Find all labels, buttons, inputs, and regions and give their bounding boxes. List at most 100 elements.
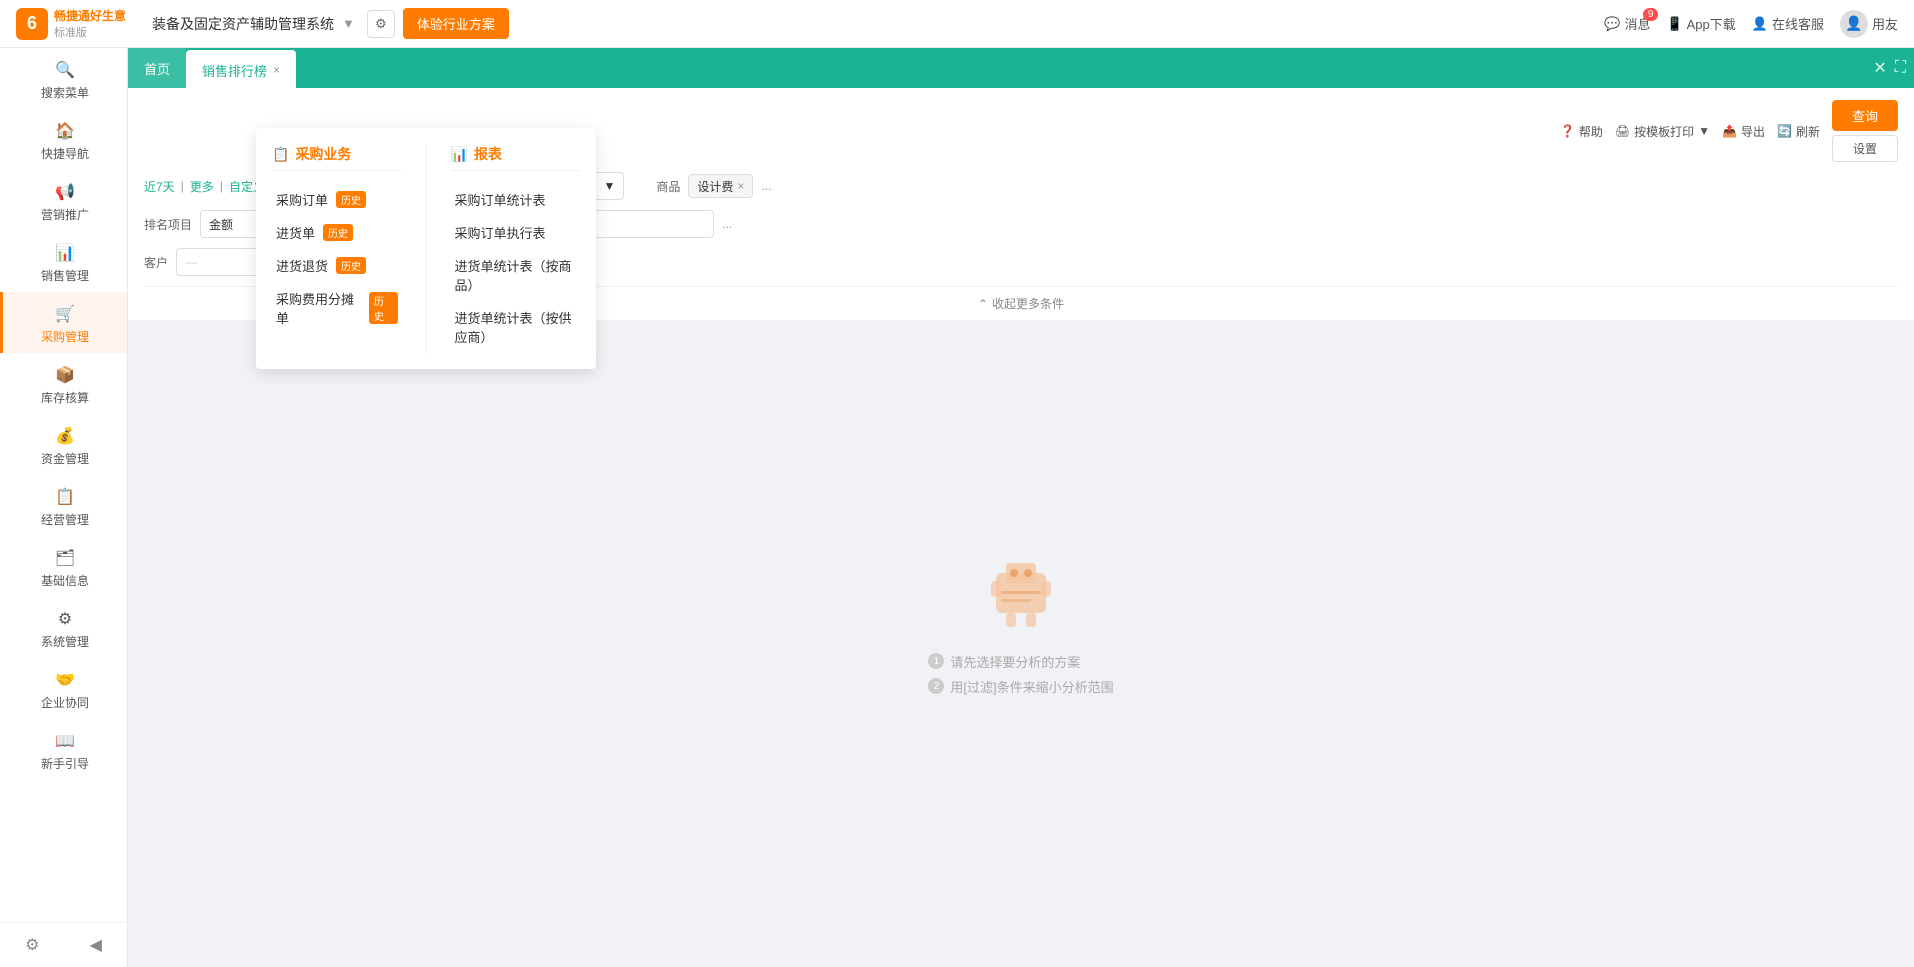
refresh-btn[interactable]: 🔄 刷新 [1777, 123, 1820, 140]
menu-item-order-stat[interactable]: 采购订单统计表 [451, 183, 581, 216]
sales-icon: 📊 [55, 243, 75, 263]
app-download-btn[interactable]: 📱 App下载 [1666, 14, 1735, 33]
tab-salesrank[interactable]: 销售排行榜 × [186, 50, 296, 90]
tab-salesrank-close[interactable]: × [273, 63, 280, 77]
sidebar-label-system: 系统管理 [41, 633, 89, 650]
collapse-icon: ⌃ [978, 297, 988, 311]
sidebar-item-enterprise[interactable]: 🤝 企业协同 [0, 658, 127, 719]
tab-home-label: 首页 [144, 59, 170, 78]
purchase-report-title: 📊 报表 [451, 144, 581, 171]
sidebar-item-basicinfo[interactable]: 🗂 基础信息 [0, 536, 127, 597]
menu-item-expense[interactable]: 采购费用分摊单 历史 [272, 282, 402, 334]
report-section-icon: 📊 [451, 146, 468, 163]
message-badge: 9 [1643, 8, 1659, 21]
menu-item-inbound-stat-supplier[interactable]: 进货单统计表（按供应商） [451, 301, 581, 353]
sidebar-label-enterprise: 企业协同 [41, 694, 89, 711]
message-icon: 💬 [1604, 16, 1620, 32]
goods-tag: 设计费 × [688, 174, 753, 198]
help-icon: ❓ [1560, 124, 1575, 138]
sidebar-item-system[interactable]: ⚙ 系统管理 [0, 597, 127, 658]
purchase-dropdown-menu: 📋 采购业务 采购订单 历史 进货单 历史 进货退货 [256, 128, 596, 369]
sidebar-item-search[interactable]: 🔍 搜索菜单 [0, 48, 127, 109]
purchase-order-badge: 历史 [336, 191, 366, 208]
message-btn[interactable]: 💬 消息 9 [1604, 14, 1650, 33]
help-btn[interactable]: ❓ 帮助 [1560, 123, 1603, 140]
app-container: 6 畅捷通好生意 标准版 装备及固定资产辅助管理系统 ▼ ⚙ 体验行业方案 💬 … [0, 0, 1914, 967]
title-dropdown-icon[interactable]: ▼ [342, 16, 355, 31]
print-btn[interactable]: 🖨 按模板打印 ▼ [1615, 123, 1710, 140]
tab-salesrank-label: 销售排行榜 [202, 61, 267, 80]
customer-placeholder: — [185, 255, 197, 269]
print-label: 按模板打印 [1634, 123, 1694, 140]
sidebar-label-sales: 销售管理 [41, 267, 89, 284]
tab-bar-right: ✕ ⛶ [1873, 58, 1914, 78]
sidebar-item-quicknav[interactable]: 🏠 快捷导航 [0, 109, 127, 170]
empty-text: 1 请先选择要分析的方案 2 用[过滤]条件来缩小分析范围 [928, 652, 1113, 696]
goods-tag-value: 设计费 [697, 178, 733, 195]
tab-close-all-btn[interactable]: ✕ [1873, 58, 1886, 78]
date-preset-7days[interactable]: 近7天 [144, 178, 175, 195]
settings-gear-btn[interactable]: ⚙ [367, 10, 395, 38]
menu-item-inbound[interactable]: 进货单 历史 [272, 216, 402, 249]
step2-num: 2 [928, 678, 944, 694]
basicinfo-icon: 🗂 [55, 548, 75, 568]
user-area[interactable]: 👤 用友 [1840, 10, 1898, 38]
sidebar-item-guide[interactable]: 📖 新手引导 [0, 719, 127, 780]
top-bar: 6 畅捷通好生意 标准版 装备及固定资产辅助管理系统 ▼ ⚙ 体验行业方案 💬 … [0, 0, 1914, 48]
refresh-icon: 🔄 [1777, 124, 1792, 138]
goods-more[interactable]: ... [761, 179, 771, 193]
date-preset-more[interactable]: 更多 [190, 178, 214, 195]
empty-state: 1 请先选择要分析的方案 2 用[过滤]条件来缩小分析范围 [128, 320, 1914, 919]
sidebar-item-finance[interactable]: 💰 资金管理 [0, 414, 127, 475]
tab-home[interactable]: 首页 [128, 48, 186, 88]
empty-step-1: 1 请先选择要分析的方案 [928, 652, 1113, 671]
sidebar-label-quicknav: 快捷导航 [41, 145, 89, 162]
export-icon: 📤 [1722, 124, 1737, 138]
sidebar-item-inventory[interactable]: 📦 库存核算 [0, 353, 127, 414]
expense-badge: 历史 [369, 292, 398, 324]
sidebar-item-marketing[interactable]: 📢 营销推广 [0, 170, 127, 231]
query-set-group: 查询 设置 [1832, 100, 1898, 162]
sidebar-item-sales[interactable]: 📊 销售管理 [0, 231, 127, 292]
empty-step-2: 2 用[过滤]条件来缩小分析范围 [928, 677, 1113, 696]
empty-illustration [976, 543, 1066, 636]
logo-icon: 6 [16, 8, 48, 40]
top-right-area: 💬 消息 9 📱 App下载 👤 在线客服 👤 用友 [1604, 10, 1898, 38]
staff-more[interactable]: ... [722, 217, 732, 231]
query-btn[interactable]: 查询 [1832, 100, 1898, 131]
tab-bar: 首页 销售排行榜 × ✕ ⛶ [128, 48, 1914, 88]
sidebar-label-finance: 资金管理 [41, 450, 89, 467]
setting-btn[interactable]: 设置 [1832, 135, 1898, 162]
sidebar-label-marketing: 营销推广 [41, 206, 89, 223]
online-service-btn[interactable]: 👤 在线客服 [1752, 14, 1824, 33]
sidebar-item-purchase[interactable]: 🛒 采购管理 [0, 292, 127, 353]
industry-btn[interactable]: 体验行业方案 [403, 8, 509, 39]
app-icon: 📱 [1666, 16, 1682, 32]
main-area: 🔍 搜索菜单 🏠 快捷导航 📢 营销推广 📊 销售管理 🛒 采购管理 📦 [0, 48, 1914, 967]
search-icon: 🔍 [55, 60, 75, 80]
inbound-label: 进货单 [276, 223, 315, 242]
goods-tag-close[interactable]: × [737, 179, 744, 193]
system-icon: ⚙ [58, 609, 72, 629]
rank-label: 排名项目 [144, 216, 192, 233]
rank-value: 金额 [209, 216, 233, 233]
sidebar-label-operations: 经营管理 [41, 511, 89, 528]
menu-item-order-exec[interactable]: 采购订单执行表 [451, 216, 581, 249]
menu-item-return[interactable]: 进货退货 历史 [272, 249, 402, 282]
menu-item-inbound-stat-goods[interactable]: 进货单统计表（按商品） [451, 249, 581, 301]
purchase-report-section: 📊 报表 采购订单统计表 采购订单执行表 进货单统计表（按商品） [451, 144, 581, 353]
export-btn[interactable]: 📤 导出 [1722, 123, 1765, 140]
system-title-text: 装备及固定资产辅助管理系统 [152, 14, 334, 34]
tab-expand-btn[interactable]: ⛶ [1895, 59, 1906, 77]
purchase-icon: 🛒 [55, 304, 75, 324]
sidebar-bottom: ⚙ ◀ [0, 922, 127, 967]
sidebar-settings-btn[interactable]: ⚙ [25, 935, 39, 955]
finance-icon: 💰 [55, 426, 75, 446]
menu-item-purchase-order[interactable]: 采购订单 历史 [272, 183, 402, 216]
sidebar-label-inventory: 库存核算 [41, 389, 89, 406]
sidebar-label-search: 搜索菜单 [41, 84, 89, 101]
status-dropdown-icon: ▼ [603, 179, 615, 193]
sidebar-item-operations[interactable]: 📋 经营管理 [0, 475, 127, 536]
system-title-area: 装备及固定资产辅助管理系统 ▼ ⚙ [152, 10, 395, 38]
sidebar-collapse-btn[interactable]: ◀ [90, 935, 102, 955]
